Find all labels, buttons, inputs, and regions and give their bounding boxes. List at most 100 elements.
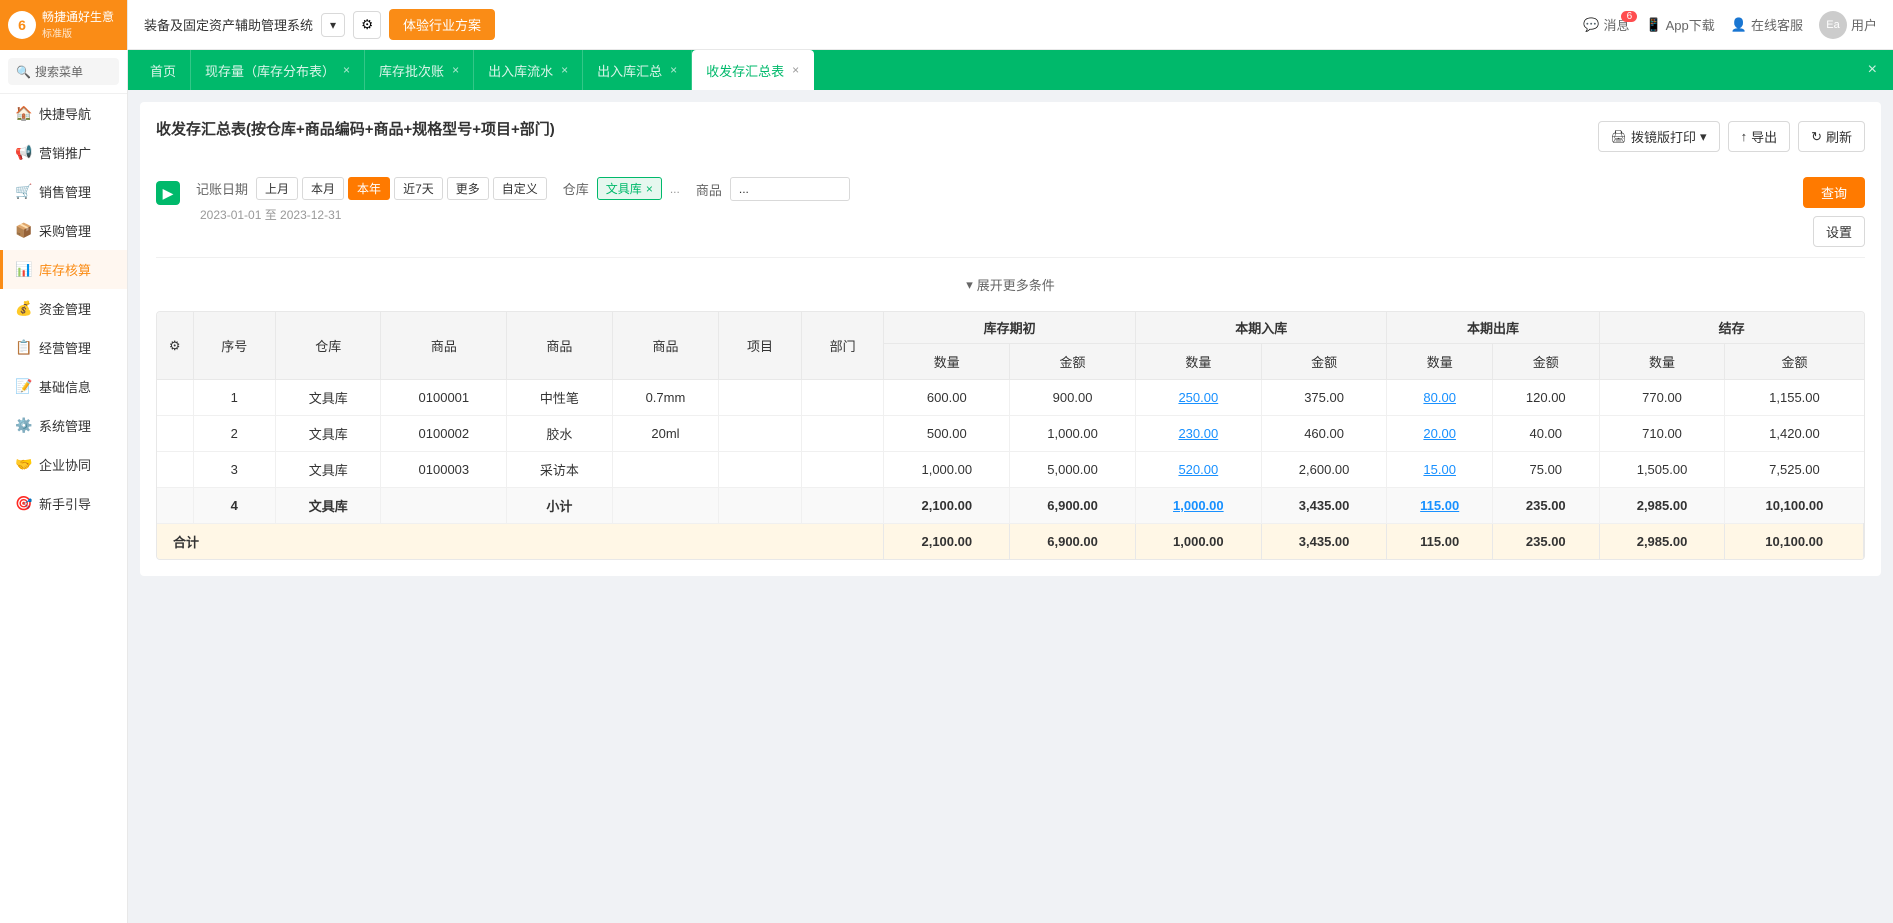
sidebar-item-system[interactable]: ⚙️ 系统管理 — [0, 406, 127, 445]
row-out-qty-link[interactable]: 80.00 — [1423, 390, 1456, 405]
th-out-qty: 数量 — [1387, 344, 1492, 380]
row-in-qty-link[interactable]: 520.00 — [1178, 462, 1218, 477]
expand-icon: ▾ — [966, 277, 973, 293]
refresh-icon: ↻ — [1811, 129, 1822, 145]
warehouse-remove-icon[interactable]: × — [646, 182, 653, 196]
row-out-amt: 40.00 — [1492, 416, 1599, 452]
row-open-qty: 2,100.00 — [884, 488, 1010, 524]
row-goods-name: 采访本 — [507, 452, 612, 488]
sidebar-item-finance[interactable]: 💰 资金管理 — [0, 289, 127, 328]
sidebar-item-guide[interactable]: 🎯 新手引导 — [0, 484, 127, 523]
row-goods-spec: 0.7mm — [612, 380, 719, 416]
table-row: 4文具库小计2,100.006,900.001,000.003,435.0011… — [157, 488, 1864, 524]
query-button[interactable]: 查询 — [1803, 177, 1865, 208]
gear-button[interactable]: ⚙ — [353, 11, 381, 39]
row-out-amt: 75.00 — [1492, 452, 1599, 488]
th-goods-code: 商品 — [381, 312, 507, 380]
experience-button[interactable]: 体验行业方案 — [389, 9, 495, 40]
row-check — [157, 380, 193, 416]
custom-date-btn[interactable]: 自定义 — [493, 177, 547, 200]
filter-toggle-button[interactable]: ▶ — [156, 181, 180, 205]
row-out-qty-link[interactable]: 20.00 — [1423, 426, 1456, 441]
finance-icon: 💰 — [15, 300, 31, 317]
tab-close-stock-dist[interactable]: × — [343, 63, 350, 77]
prev-month-btn[interactable]: 上月 — [256, 177, 298, 200]
row-in-qty[interactable]: 250.00 — [1135, 380, 1261, 416]
row-out-qty-link[interactable]: 115.00 — [1420, 498, 1459, 513]
goods-filter-input[interactable]: ... — [730, 177, 850, 201]
row-open-qty: 500.00 — [884, 416, 1010, 452]
last7-btn[interactable]: 近7天 — [394, 177, 443, 200]
expand-conditions-button[interactable]: ▾ 展开更多条件 — [966, 270, 1055, 299]
row-in-qty-link[interactable]: 230.00 — [1178, 426, 1218, 441]
row-project — [719, 488, 802, 524]
more-date-btn[interactable]: 更多 — [447, 177, 489, 200]
tab-home[interactable]: 首页 — [136, 50, 191, 90]
row-check — [157, 488, 193, 524]
search-menu-button[interactable]: 🔍 搜索菜单 — [8, 58, 119, 85]
top-header: 装备及固定资产辅助管理系统 ▾ ⚙ 体验行业方案 💬 消息 6 📱 App下载 … — [128, 0, 1893, 50]
row-goods-name: 小计 — [507, 488, 612, 524]
sidebar-item-enterprise[interactable]: 🤝 企业协同 — [0, 445, 127, 484]
row-in-qty-link[interactable]: 1,000.00 — [1173, 498, 1224, 513]
row-bal-qty: 770.00 — [1599, 380, 1725, 416]
tab-close-in-out-flow[interactable]: × — [561, 63, 568, 77]
th-group-in: 本期入库 — [1135, 312, 1387, 344]
system-dropdown[interactable]: ▾ — [321, 13, 345, 37]
messages-button[interactable]: 💬 消息 6 — [1583, 15, 1629, 34]
th-warehouse: 仓库 — [276, 312, 381, 380]
sidebar-item-marketing[interactable]: 📢 营销推广 — [0, 133, 127, 172]
home-icon: 🏠 — [15, 105, 31, 122]
tab-in-out-flow[interactable]: 出入库流水 × — [474, 50, 583, 90]
row-out-qty[interactable]: 80.00 — [1387, 380, 1492, 416]
date-buttons: 上月 本月 本年 近7天 更多 自定义 — [256, 177, 547, 200]
th-bal-qty: 数量 — [1599, 344, 1725, 380]
row-out-qty-link[interactable]: 15.00 — [1423, 462, 1456, 477]
tab-close-receipt-summary[interactable]: × — [792, 63, 799, 77]
row-num: 3 — [193, 452, 276, 488]
warehouse-more-btn[interactable]: ... — [670, 182, 680, 196]
cur-year-btn[interactable]: 本年 — [348, 177, 390, 200]
tab-receipt-summary[interactable]: 收发存汇总表 × — [692, 50, 814, 90]
row-open-amt: 5,000.00 — [1010, 452, 1136, 488]
row-out-qty[interactable]: 15.00 — [1387, 452, 1492, 488]
tab-in-out-summary[interactable]: 出入库汇总 × — [583, 50, 692, 90]
th-out-amt: 金额 — [1492, 344, 1599, 380]
table-row: 2文具库0100002胶水20ml500.001,000.00230.00460… — [157, 416, 1864, 452]
tab-batch-account[interactable]: 库存批次账 × — [365, 50, 474, 90]
row-out-qty[interactable]: 115.00 — [1387, 488, 1492, 524]
app-download-button[interactable]: 📱 App下载 — [1645, 15, 1714, 34]
warehouse-tag[interactable]: 文具库 × — [597, 177, 662, 200]
row-bal-amt: 1,155.00 — [1725, 380, 1864, 416]
sidebar-item-quick-nav[interactable]: 🏠 快捷导航 — [0, 94, 127, 133]
settings-button[interactable]: 设置 — [1813, 216, 1865, 247]
row-bal-qty: 2,985.00 — [1599, 488, 1725, 524]
page-title: 收发存汇总表(按仓库+商品编码+商品+规格型号+项目+部门) — [156, 118, 555, 139]
sidebar-item-operations[interactable]: 📋 经营管理 — [0, 328, 127, 367]
row-open-qty: 1,000.00 — [884, 452, 1010, 488]
sidebar-item-purchase[interactable]: 📦 采购管理 — [0, 211, 127, 250]
message-badge: 6 — [1621, 11, 1637, 22]
tab-stock-dist[interactable]: 现存量（库存分布表） × — [191, 50, 365, 90]
th-settings[interactable]: ⚙ — [157, 312, 193, 380]
row-in-qty[interactable]: 520.00 — [1135, 452, 1261, 488]
online-service-button[interactable]: 👤 在线客服 — [1731, 15, 1803, 34]
row-in-qty[interactable]: 1,000.00 — [1135, 488, 1261, 524]
row-in-qty[interactable]: 230.00 — [1135, 416, 1261, 452]
user-menu[interactable]: Ea 用户 — [1819, 11, 1877, 39]
sidebar-item-sales[interactable]: 🛒 销售管理 — [0, 172, 127, 211]
print-button[interactable]: 🖨 拨镜版打印 ▾ — [1598, 121, 1720, 152]
refresh-button[interactable]: ↻ 刷新 — [1798, 121, 1865, 152]
header-right: 💬 消息 6 📱 App下载 👤 在线客服 Ea 用户 — [1583, 11, 1877, 39]
row-in-qty-link[interactable]: 250.00 — [1178, 390, 1218, 405]
export-button[interactable]: ↑ 导出 — [1728, 121, 1791, 152]
download-icon: 📱 — [1645, 17, 1661, 33]
cur-month-btn[interactable]: 本月 — [302, 177, 344, 200]
tab-close-batch-account[interactable]: × — [452, 63, 459, 77]
footer-bal-amt: 10,100.00 — [1725, 524, 1864, 560]
tab-close-in-out-summary[interactable]: × — [670, 63, 677, 77]
sidebar-item-basic-info[interactable]: 📝 基础信息 — [0, 367, 127, 406]
row-out-qty[interactable]: 20.00 — [1387, 416, 1492, 452]
sidebar-item-inventory[interactable]: 📊 库存核算 — [0, 250, 127, 289]
close-all-tabs[interactable]: × — [1860, 61, 1885, 79]
